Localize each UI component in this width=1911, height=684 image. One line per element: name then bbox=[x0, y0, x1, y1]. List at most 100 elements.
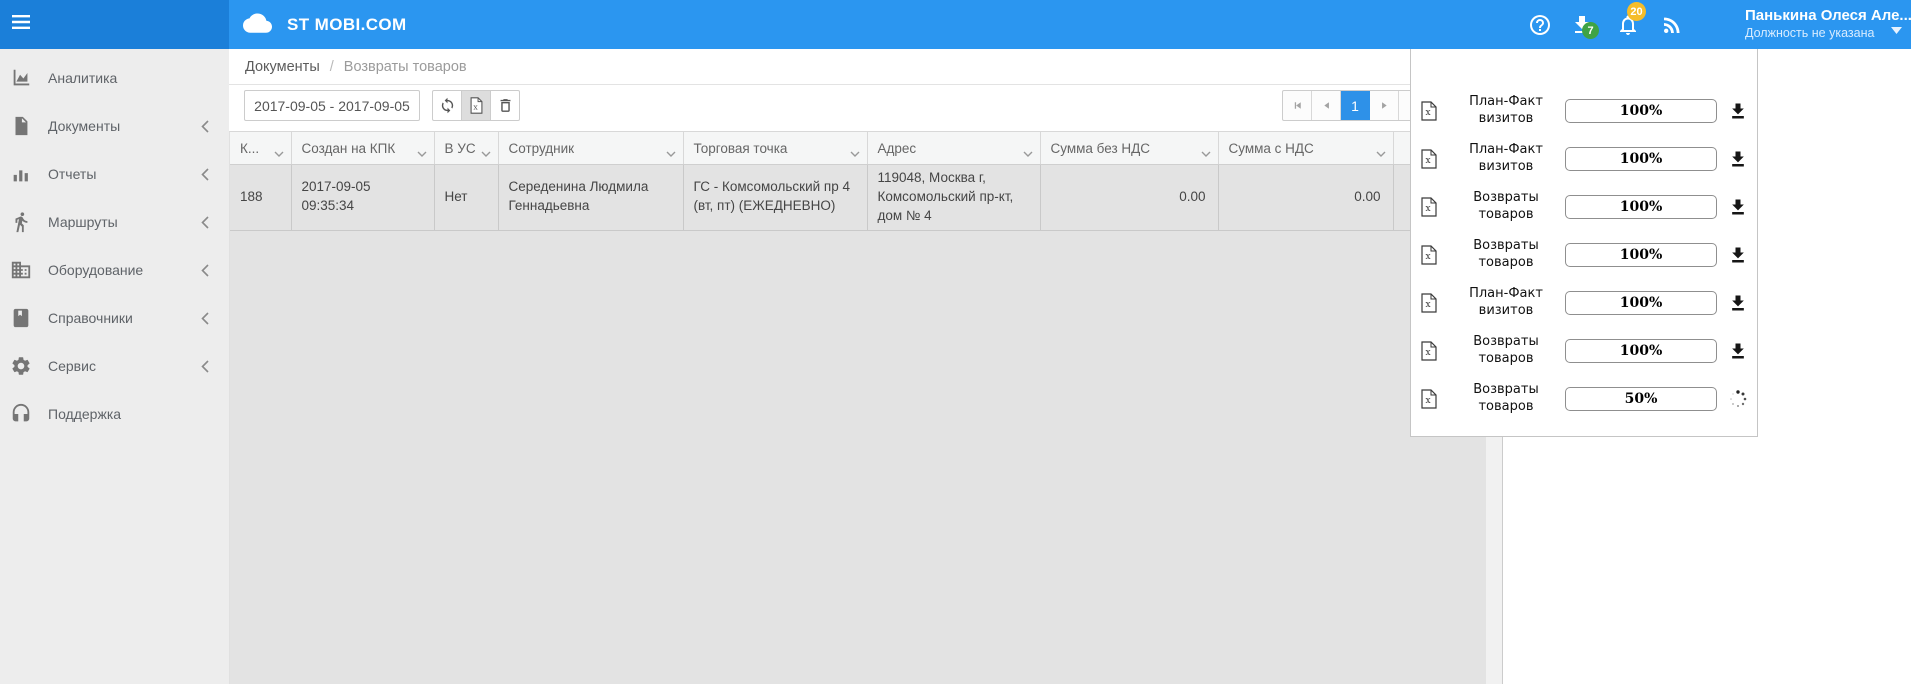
headset-icon bbox=[10, 403, 32, 425]
column-header-sum-no-vat[interactable]: Сумма без НДС bbox=[1040, 132, 1219, 165]
sidebar-item-service[interactable]: Сервис bbox=[0, 342, 229, 390]
first-page-button[interactable] bbox=[1283, 91, 1312, 120]
refresh-icon bbox=[441, 97, 453, 114]
sidebar-item-label: Поддержка bbox=[48, 406, 122, 422]
breadcrumb-divider bbox=[229, 84, 1502, 85]
user-menu[interactable]: Панькина Олеся Але... Должность не указа… bbox=[1745, 7, 1911, 40]
download-item-label: План-Факт визитов bbox=[1469, 142, 1543, 174]
column-header-in-us[interactable]: В УС bbox=[434, 132, 499, 165]
table-row[interactable]: 188 2017-09-05 09:35:34 Нет Середенина Л… bbox=[230, 164, 1486, 231]
gear-icon bbox=[10, 355, 32, 377]
cell-created: 2017-09-05 09:35:34 bbox=[291, 164, 435, 231]
download-file-button[interactable] bbox=[1726, 245, 1750, 265]
sidebar-item-documents[interactable]: Документы bbox=[0, 102, 229, 150]
column-header-employee[interactable]: Сотрудник bbox=[498, 132, 684, 165]
download-file-button[interactable] bbox=[1726, 149, 1750, 169]
downloads-count-badge: 7 bbox=[1582, 22, 1599, 39]
breadcrumb-separator: / bbox=[329, 58, 334, 75]
download-icon bbox=[1732, 151, 1744, 167]
delete-button[interactable] bbox=[491, 91, 519, 120]
column-header-id[interactable]: К... bbox=[230, 132, 292, 165]
progress-bar[interactable]: 100% bbox=[1565, 195, 1717, 219]
chevron-left-icon bbox=[201, 119, 209, 133]
pagination: 1 bbox=[1282, 90, 1429, 121]
download-file-button[interactable] bbox=[1726, 341, 1750, 361]
grid-header-row: К... Создан на КПК В УС Сотрудник Торгов… bbox=[230, 132, 1486, 165]
breadcrumb-section-link[interactable]: Документы bbox=[245, 59, 320, 75]
svg-text:x: x bbox=[1426, 156, 1431, 166]
next-page-button[interactable] bbox=[1370, 91, 1399, 120]
book-icon bbox=[10, 307, 32, 329]
chevron-down-icon[interactable] bbox=[1023, 145, 1033, 160]
cell-sum-no-vat: 0.00 bbox=[1040, 164, 1219, 231]
documents-grid: К... Создан на КПК В УС Сотрудник Торгов… bbox=[229, 131, 1486, 684]
sidebar-item-reports[interactable]: Отчеты bbox=[0, 150, 229, 198]
chevron-down-icon[interactable] bbox=[481, 145, 491, 160]
progress-bar[interactable]: 100% bbox=[1565, 243, 1717, 267]
download-item: x Возвраты товаров 100% bbox=[1411, 183, 1757, 231]
download-file-button[interactable] bbox=[1726, 197, 1750, 217]
progress-value: 100% bbox=[1619, 343, 1663, 359]
excel-file-icon: x bbox=[470, 97, 482, 114]
column-header-sum-vat[interactable]: Сумма с НДС bbox=[1218, 132, 1394, 165]
page-number-button[interactable]: 1 bbox=[1341, 91, 1370, 120]
prev-page-button[interactable] bbox=[1312, 91, 1341, 120]
chevron-left-icon bbox=[201, 359, 209, 373]
grid-toolbar: x bbox=[432, 90, 520, 121]
sidebar-item-support[interactable]: Поддержка bbox=[0, 390, 229, 438]
excel-file-icon: x bbox=[1421, 293, 1439, 313]
download-icon bbox=[1732, 199, 1744, 215]
chevron-down-icon[interactable] bbox=[666, 145, 676, 160]
sidebar-item-label: Отчеты bbox=[48, 166, 97, 182]
download-item-label: Возвраты товаров bbox=[1473, 334, 1539, 366]
cloud-logo-icon bbox=[243, 12, 272, 38]
column-header-outlet[interactable]: Торговая точка bbox=[683, 132, 868, 165]
download-file-button[interactable] bbox=[1726, 293, 1750, 313]
cell-address: 119048, Москва г, Комсомольский пр-кт, д… bbox=[867, 164, 1041, 231]
chevron-down-icon[interactable] bbox=[417, 145, 427, 160]
notifications-bell-button[interactable]: 20 bbox=[1616, 2, 1646, 37]
download-item: x Возвраты товаров 100% bbox=[1411, 231, 1757, 279]
progress-bar[interactable]: 100% bbox=[1565, 291, 1717, 315]
column-header-created[interactable]: Создан на КПК bbox=[291, 132, 435, 165]
column-header-address[interactable]: Адрес bbox=[867, 132, 1041, 165]
refresh-button[interactable] bbox=[433, 91, 462, 120]
trash-icon bbox=[500, 99, 510, 112]
chevron-left-icon bbox=[201, 263, 209, 277]
downloads-tray-button[interactable]: 7 bbox=[1570, 13, 1599, 39]
sidebar-item-label: Маршруты bbox=[48, 214, 118, 230]
chevron-down-icon[interactable] bbox=[274, 145, 284, 160]
progress-value: 50% bbox=[1624, 391, 1658, 407]
progress-bar[interactable]: 100% bbox=[1565, 147, 1717, 171]
sidebar-item-directories[interactable]: Справочники bbox=[0, 294, 229, 342]
sidebar-item-equipment[interactable]: Оборудование bbox=[0, 246, 229, 294]
prev-page-icon bbox=[1323, 102, 1329, 109]
chevron-down-icon[interactable] bbox=[850, 145, 860, 160]
chevron-left-icon bbox=[201, 167, 209, 181]
progress-value: 100% bbox=[1619, 247, 1663, 263]
sidebar-item-label: Сервис bbox=[48, 358, 96, 374]
sidebar-item-analytics[interactable]: Аналитика bbox=[0, 54, 229, 102]
svg-text:x: x bbox=[473, 102, 478, 111]
download-item-label: Возвраты товаров bbox=[1473, 382, 1539, 414]
sidebar-item-routes[interactable]: Маршруты bbox=[0, 198, 229, 246]
brand: ST MOBI.COM bbox=[243, 0, 407, 49]
breadcrumb: Документы / Возвраты товаров bbox=[245, 49, 467, 84]
svg-text:x: x bbox=[1426, 300, 1431, 310]
progress-bar[interactable]: 100% bbox=[1565, 339, 1717, 363]
date-range-input[interactable] bbox=[244, 90, 420, 121]
progress-bar[interactable]: 100% bbox=[1565, 99, 1717, 123]
rss-icon[interactable] bbox=[1660, 13, 1684, 37]
top-header: ST MOBI.COM 7 20 Панькина Олеся Але... Д… bbox=[0, 0, 1911, 49]
download-file-button[interactable] bbox=[1726, 101, 1750, 121]
export-excel-button[interactable]: x bbox=[462, 91, 491, 120]
sidebar-item-label: Справочники bbox=[48, 310, 133, 326]
downloads-panel: x План-Факт визитов 100% x План-Факт виз… bbox=[1410, 49, 1758, 437]
chevron-down-icon[interactable] bbox=[1201, 145, 1211, 160]
sidebar-toggle-button[interactable] bbox=[0, 0, 229, 49]
download-item-label: План-Факт визитов bbox=[1469, 94, 1543, 126]
progress-bar[interactable]: 50% bbox=[1565, 387, 1717, 411]
hamburger-icon bbox=[9, 10, 33, 39]
help-icon[interactable] bbox=[1528, 13, 1552, 37]
chevron-down-icon[interactable] bbox=[1376, 145, 1386, 160]
